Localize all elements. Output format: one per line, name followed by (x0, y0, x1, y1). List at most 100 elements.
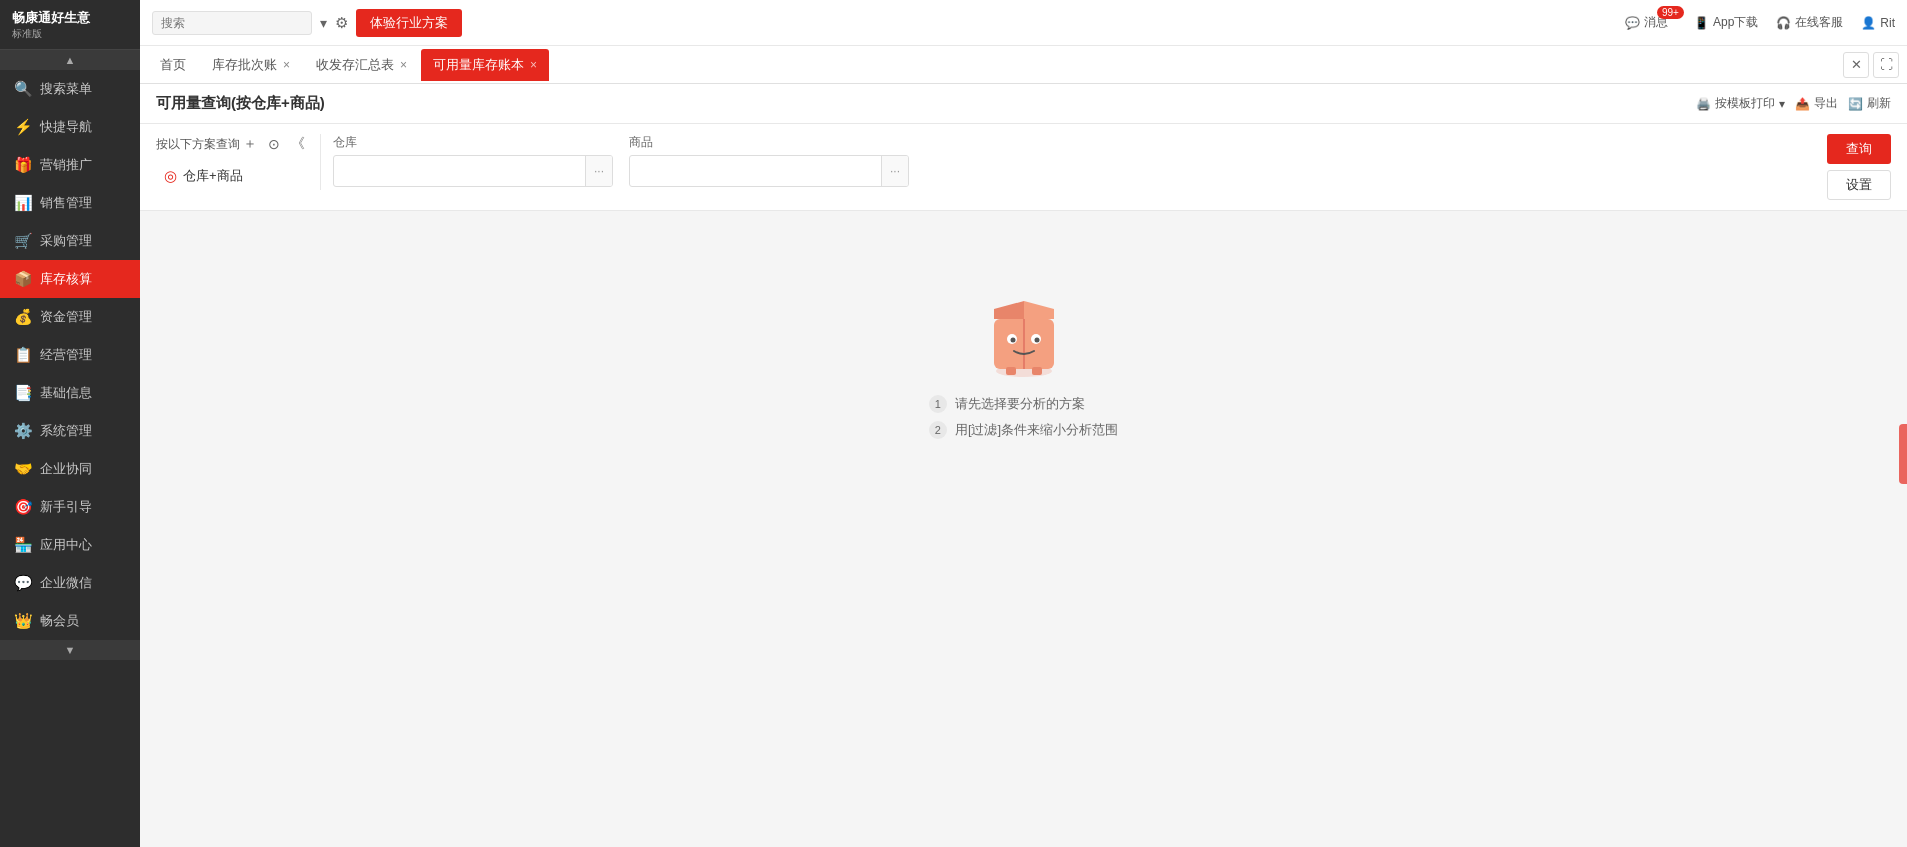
settings-gear-button[interactable]: ⚙ (335, 14, 348, 32)
sidebar-item-shortcut[interactable]: ⚡ 快捷导航 (0, 108, 140, 146)
tab-summary-label: 收发存汇总表 (316, 56, 394, 74)
headset-icon: 🎧 (1776, 16, 1791, 30)
sidebar-item-finance[interactable]: 💰 资金管理 (0, 298, 140, 336)
sidebar-header: 畅康通好生意 标准版 (0, 0, 140, 50)
right-scrollbar-hint (1899, 424, 1907, 484)
sidebar-item-marketing[interactable]: 🎁 营销推广 (0, 146, 140, 184)
sidebar-item-search[interactable]: 🔍 搜索菜单 (0, 70, 140, 108)
app-download-button[interactable]: 📱 App下载 (1694, 14, 1758, 31)
sidebar-item-label: 企业协同 (40, 460, 92, 478)
sidebar-item-system[interactable]: ⚙️ 系统管理 (0, 412, 140, 450)
crown-icon: 👑 (14, 612, 32, 630)
user-menu-button[interactable]: 👤 Rit (1861, 16, 1895, 30)
messages-button[interactable]: 💬 消息 99+ (1625, 14, 1676, 31)
sidebar-item-operations[interactable]: 📋 经营管理 (0, 336, 140, 374)
sidebar-item-label: 企业微信 (40, 574, 92, 592)
sidebar-item-basic[interactable]: 📑 基础信息 (0, 374, 140, 412)
empty-illustration (974, 279, 1074, 379)
print-label: 按模板打印 (1715, 95, 1775, 112)
close-all-tabs-button[interactable]: ✕ (1843, 52, 1869, 78)
scheme-add-button[interactable]: ＋ (240, 134, 260, 154)
sidebar-item-label: 搜索菜单 (40, 80, 92, 98)
tab-right-buttons: ✕ ⛶ (1843, 52, 1899, 78)
empty-text: 1 请先选择要分析的方案 2 用[过滤]条件来缩小分析范围 (929, 395, 1118, 439)
scheme-collapse-button[interactable]: 《 (288, 134, 308, 154)
sidebar-item-label: 基础信息 (40, 384, 92, 402)
cart-icon: 🛒 (14, 232, 32, 250)
tab-summary-close[interactable]: × (400, 58, 407, 72)
customer-service-button[interactable]: 🎧 在线客服 (1776, 14, 1843, 31)
refresh-button[interactable]: 🔄 刷新 (1848, 95, 1891, 112)
svg-marker-2 (994, 301, 1024, 319)
sidebar: 畅康通好生意 标准版 ▲ 🔍 搜索菜单 ⚡ 快捷导航 🎁 营销推广 📊 销售管理… (0, 0, 140, 847)
sidebar-item-corp[interactable]: 🤝 企业协同 (0, 450, 140, 488)
chat-icon: 💬 (14, 574, 32, 592)
sidebar-item-guide[interactable]: 🎯 新手引导 (0, 488, 140, 526)
user-label: Rit (1880, 16, 1895, 30)
search-input[interactable] (152, 11, 312, 35)
handshake-icon: 🤝 (14, 460, 32, 478)
gear-icon: ⚙️ (14, 422, 32, 440)
warehouse-filter-field: 仓库 ··· (333, 134, 613, 187)
filter-schemes-panel: 按以下方案查询 ＋ ⊙ 《 ◎ 仓库+商品 (156, 134, 321, 190)
hint-num-2: 2 (929, 421, 947, 439)
sidebar-item-member[interactable]: 👑 畅会员 (0, 602, 140, 640)
empty-box-svg (974, 279, 1074, 379)
sidebar-item-purchase[interactable]: 🛒 采购管理 (0, 222, 140, 260)
doc-icon: 📑 (14, 384, 32, 402)
hint-text-2: 用[过滤]条件来缩小分析范围 (955, 421, 1118, 439)
message-icon: 💬 (1625, 16, 1640, 30)
goods-label: 商品 (629, 134, 909, 151)
main-area: ▾ ⚙ 体验行业方案 💬 消息 99+ 📱 App下载 🎧 在线客服 👤 Rit (140, 0, 1907, 847)
sidebar-item-label: 资金管理 (40, 308, 92, 326)
refresh-icon: 🔄 (1848, 97, 1863, 111)
scheme-item-warehouse-goods[interactable]: ◎ 仓库+商品 (156, 162, 308, 190)
scheme-settings-button[interactable]: ⊙ (264, 134, 284, 154)
search-dropdown-button[interactable]: ▾ (320, 15, 327, 31)
tab-batch-close[interactable]: × (283, 58, 290, 72)
svg-rect-10 (1032, 367, 1042, 375)
goods-more-button[interactable]: ··· (881, 156, 908, 186)
app-download-label: App下载 (1713, 14, 1758, 31)
sidebar-item-label: 经营管理 (40, 346, 92, 364)
sidebar-scroll-up[interactable]: ▲ (0, 50, 140, 70)
export-button[interactable]: 📤 导出 (1795, 95, 1838, 112)
page-header-actions: 🖨️ 按模板打印 ▾ 📤 导出 🔄 刷新 (1696, 95, 1891, 112)
warehouse-input-wrap: ··· (333, 155, 613, 187)
print-button[interactable]: 🖨️ 按模板打印 ▾ (1696, 95, 1785, 112)
query-button[interactable]: 查询 (1827, 134, 1891, 164)
clipboard-icon: 📋 (14, 346, 32, 364)
tab-available-close[interactable]: × (530, 58, 537, 72)
tab-home[interactable]: 首页 (148, 49, 198, 81)
schemes-actions: ＋ ⊙ 《 (240, 134, 308, 154)
hint-num-1: 1 (929, 395, 947, 413)
sidebar-item-weixin[interactable]: 💬 企业微信 (0, 564, 140, 602)
page-content: 可用量查询(按仓库+商品) 🖨️ 按模板打印 ▾ 📤 导出 🔄 刷新 (140, 84, 1907, 847)
export-icon: 📤 (1795, 97, 1810, 111)
tab-available-qty[interactable]: 可用量库存账本 × (421, 49, 549, 81)
topbar: ▾ ⚙ 体验行业方案 💬 消息 99+ 📱 App下载 🎧 在线客服 👤 Rit (140, 0, 1907, 46)
svg-point-8 (1034, 338, 1039, 343)
expand-tab-button[interactable]: ⛶ (1873, 52, 1899, 78)
tabbar: 首页 库存批次账 × 收发存汇总表 × 可用量库存账本 × ✕ ⛶ (140, 46, 1907, 84)
sidebar-item-label: 系统管理 (40, 422, 92, 440)
filter-settings-button[interactable]: 设置 (1827, 170, 1891, 200)
industry-solution-button[interactable]: 体验行业方案 (356, 9, 462, 37)
sidebar-item-sales[interactable]: 📊 销售管理 (0, 184, 140, 222)
inventory-icon: 📦 (14, 270, 32, 288)
sidebar-item-apps[interactable]: 🏪 应用中心 (0, 526, 140, 564)
sidebar-item-label: 库存核算 (40, 270, 92, 288)
sidebar-item-label: 畅会员 (40, 612, 79, 630)
goods-input[interactable] (630, 159, 881, 183)
tab-batch-account[interactable]: 库存批次账 × (200, 49, 302, 81)
svg-point-7 (1010, 338, 1015, 343)
svg-marker-3 (1024, 301, 1054, 319)
app-subtitle: 标准版 (12, 27, 128, 41)
tab-summary[interactable]: 收发存汇总表 × (304, 49, 419, 81)
warehouse-more-button[interactable]: ··· (585, 156, 612, 186)
sidebar-item-inventory[interactable]: 📦 库存核算 (0, 260, 140, 298)
service-label: 在线客服 (1795, 14, 1843, 31)
export-label: 导出 (1814, 95, 1838, 112)
sidebar-scroll-down[interactable]: ▼ (0, 640, 140, 660)
warehouse-input[interactable] (334, 159, 585, 183)
